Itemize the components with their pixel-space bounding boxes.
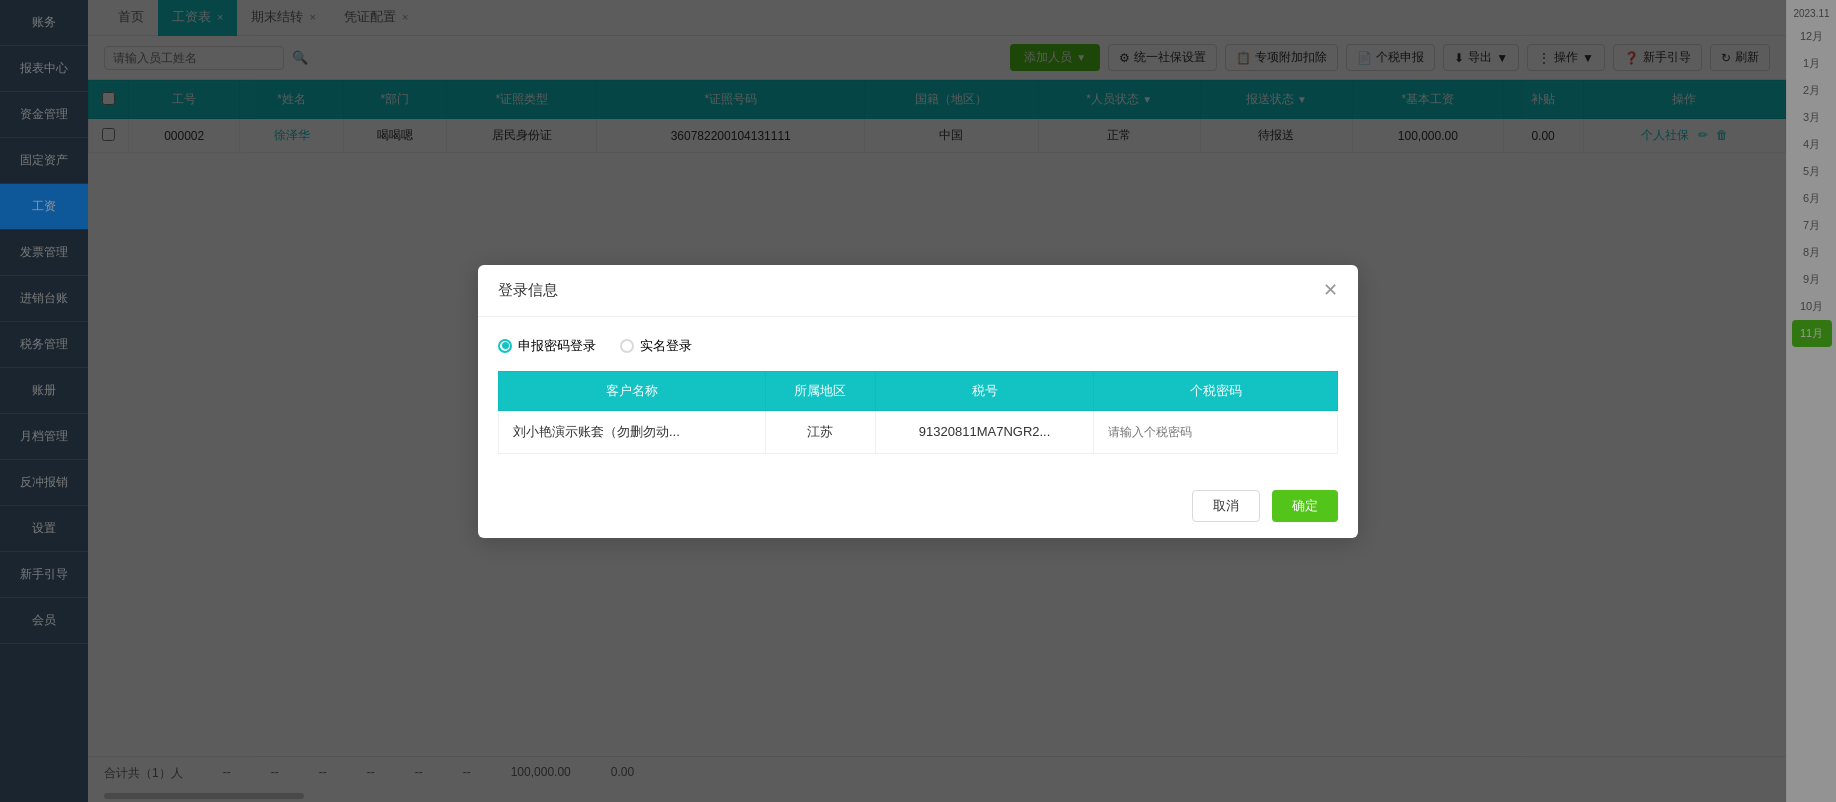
dialog-close-icon[interactable]: ✕ <box>1323 281 1338 299</box>
dialog-col-tax-number: 税号 <box>875 371 1094 410</box>
client-tax-number-cell: 91320811MA7NGR2... <box>875 410 1094 453</box>
client-name-cell: 刘小艳演示账套（勿删勿动... <box>499 410 766 453</box>
dialog-footer: 取消 确定 <box>478 474 1358 538</box>
tax-password-input[interactable] <box>1108 425 1323 439</box>
dialog-col-client: 客户名称 <box>499 371 766 410</box>
client-region-cell: 江苏 <box>765 410 875 453</box>
radio-realname-login[interactable]: 实名登录 <box>620 337 692 355</box>
confirm-button[interactable]: 确定 <box>1272 490 1338 522</box>
client-table: 客户名称 所属地区 税号 个税密码 刘小艳演示账套（勿删勿动... 江苏 913… <box>498 371 1338 454</box>
client-tax-password-cell[interactable] <box>1094 410 1338 453</box>
login-type-radio-group: 申报密码登录 实名登录 <box>498 337 1338 355</box>
dialog-col-region: 所属地区 <box>765 371 875 410</box>
dialog-header: 登录信息 ✕ <box>478 265 1358 317</box>
dialog-col-tax-password: 个税密码 <box>1094 371 1338 410</box>
dialog-body: 申报密码登录 实名登录 客户名称 所属地区 税号 个税密码 <box>478 317 1358 474</box>
radio-password-icon <box>498 339 512 353</box>
radio-realname-icon <box>620 339 634 353</box>
cancel-button[interactable]: 取消 <box>1192 490 1260 522</box>
dialog-overlay: 登录信息 ✕ 申报密码登录 实名登录 客户名称 <box>0 0 1836 802</box>
login-dialog: 登录信息 ✕ 申报密码登录 实名登录 客户名称 <box>478 265 1358 538</box>
dialog-title: 登录信息 <box>498 281 558 300</box>
radio-password-login[interactable]: 申报密码登录 <box>498 337 596 355</box>
client-table-row: 刘小艳演示账套（勿删勿动... 江苏 91320811MA7NGR2... <box>499 410 1338 453</box>
